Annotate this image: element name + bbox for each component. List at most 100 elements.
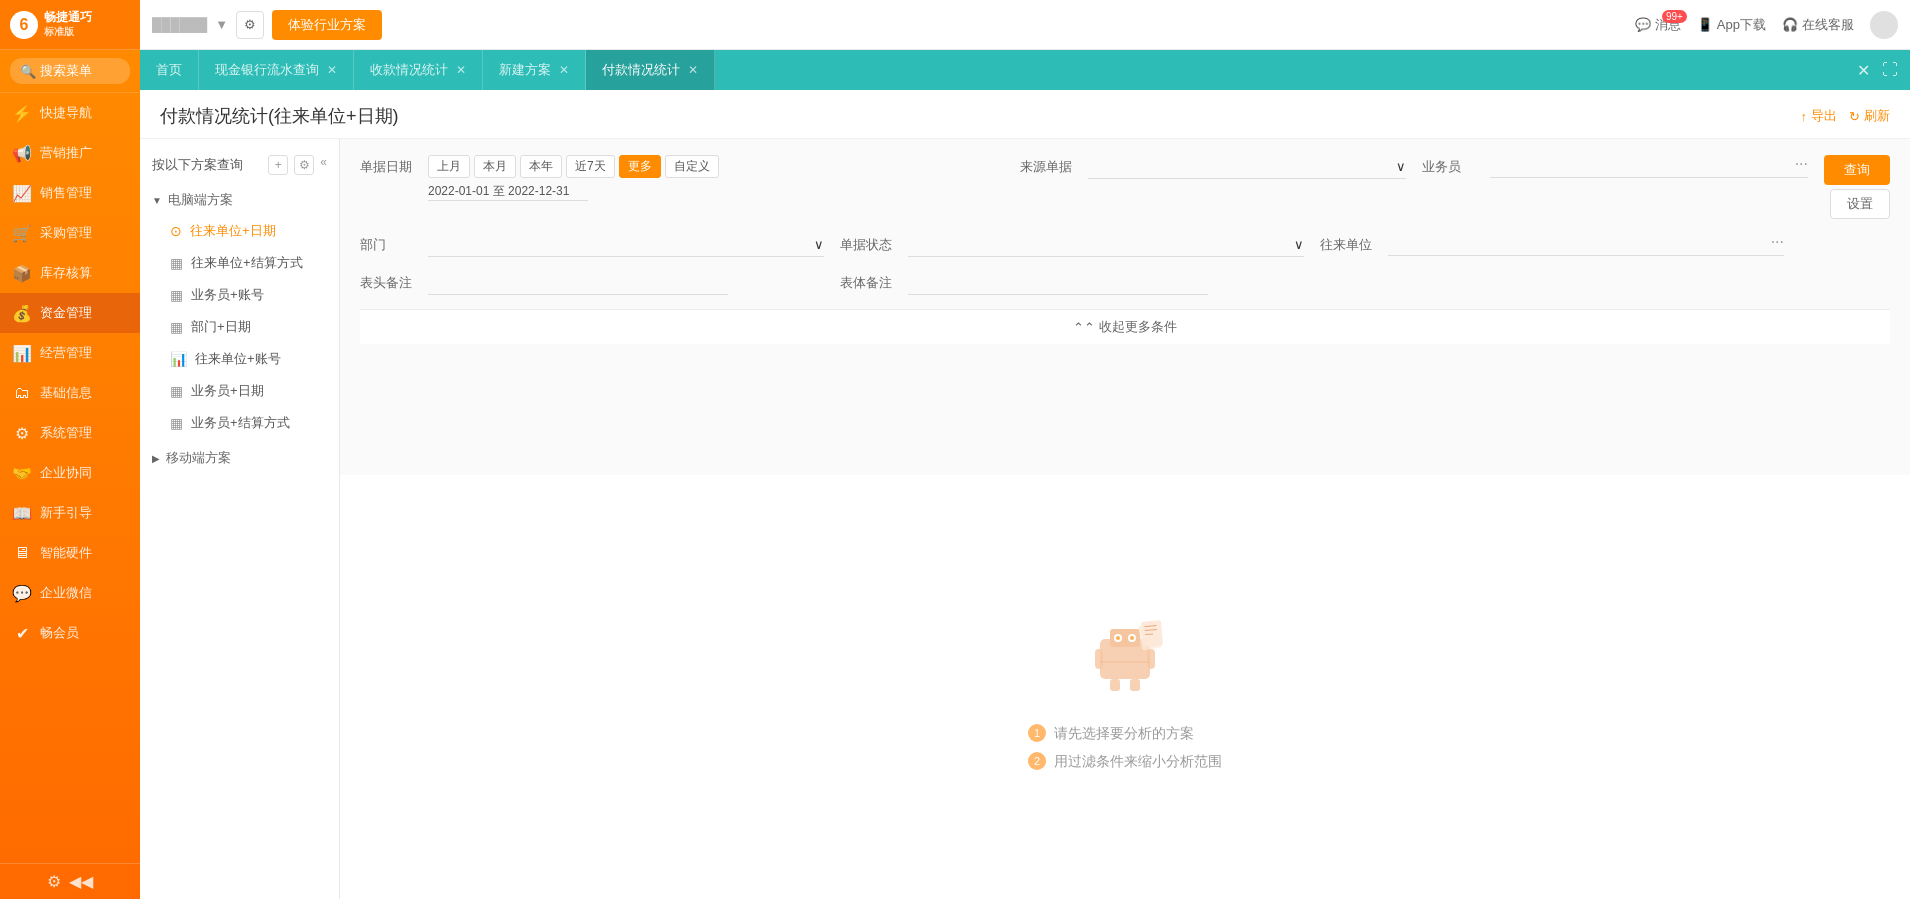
sidebar-settings-icon[interactable]: ⚙ [47, 872, 61, 891]
search-menu-btn[interactable]: 🔍 搜索菜单 [10, 58, 130, 84]
dept-dropdown-icon: ∨ [814, 237, 824, 252]
filter-staff-field: 业务员 ··· [1422, 155, 1808, 178]
member-icon: ✔ [12, 623, 32, 643]
sidebar-nav: ⚡ 快捷导航 📢 营销推广 📈 销售管理 🛒 采购管理 📦 库存核算 💰 资金管… [0, 93, 140, 863]
dept-date-icon: ▦ [170, 319, 183, 335]
scheme-group-desktop-header[interactable]: ▼ 电脑端方案 [140, 185, 339, 215]
svg-line-15 [1145, 634, 1153, 635]
dept-select[interactable]: ∨ [428, 233, 824, 257]
tab-close-payment-stats[interactable]: ✕ [688, 63, 698, 77]
user-avatar[interactable] [1870, 11, 1898, 39]
sidebar-item-wechat[interactable]: 💬 企业微信 [0, 573, 140, 613]
sidebar-item-system[interactable]: ⚙ 系统管理 [0, 413, 140, 453]
scheme-item-staff-settlement[interactable]: ▦ 业务员+结算方式 [140, 407, 339, 439]
export-btn[interactable]: ↑ 导出 [1801, 107, 1838, 125]
date-quick-btns: 上月 本月 本年 近7天 更多 自定义 [428, 155, 719, 178]
date-btn-custom[interactable]: 自定义 [665, 155, 719, 178]
sidebar-collapse-icon[interactable]: ◀◀ [69, 872, 93, 891]
svg-rect-8 [1110, 679, 1120, 691]
staff-account-icon: ▦ [170, 287, 183, 303]
sidebar-item-inventory[interactable]: 📦 库存核算 [0, 253, 140, 293]
collapse-panel-btn[interactable]: « [320, 155, 327, 175]
message-btn[interactable]: 💬 消息 99+ [1635, 16, 1681, 34]
staff-input-area: ··· [1490, 155, 1808, 178]
sidebar-item-hardware[interactable]: 🖥 智能硬件 [0, 533, 140, 573]
tab-bank-flow[interactable]: 现金银行流水查询 ✕ [199, 50, 354, 90]
sidebar-item-finance[interactable]: 💰 资金管理 [0, 293, 140, 333]
trial-industry-btn[interactable]: 体验行业方案 [272, 10, 382, 40]
sidebar-item-basic[interactable]: 🗂 基础信息 [0, 373, 140, 413]
filter-date-field: 单据日期 上月 本月 本年 近7天 更多 自定义 [360, 155, 1004, 201]
doc-status-select[interactable]: ∨ [908, 233, 1304, 257]
sidebar-item-purchase[interactable]: 🛒 采购管理 [0, 213, 140, 253]
scheme-item-dept-date[interactable]: ▦ 部门+日期 [140, 311, 339, 343]
tab-new-scheme[interactable]: 新建方案 ✕ [483, 50, 586, 90]
settings-scheme-btn[interactable]: ⚙ [294, 155, 314, 175]
tab-fullscreen-icon[interactable]: ⛶ [1882, 61, 1898, 79]
app-download-btn[interactable]: 📱 App下载 [1697, 16, 1766, 34]
sidebar-item-member[interactable]: ✔ 畅会员 [0, 613, 140, 653]
sidebar-item-guide[interactable]: 📖 新手引导 [0, 493, 140, 533]
tab-receipt-stats[interactable]: 收款情况统计 ✕ [354, 50, 483, 90]
topbar-settings-btn[interactable]: ⚙ [236, 11, 264, 39]
sidebar-item-sales[interactable]: 📈 销售管理 [0, 173, 140, 213]
filter-settings-btn[interactable]: 设置 [1830, 189, 1890, 219]
counterpart-date-icon: ⊙ [170, 223, 182, 239]
doc-status-dropdown-icon: ∨ [1294, 237, 1304, 252]
scheme-item-staff-account[interactable]: ▦ 业务员+账号 [140, 279, 339, 311]
tab-close-new-scheme[interactable]: ✕ [559, 63, 569, 77]
svg-point-5 [1130, 636, 1134, 640]
add-scheme-btn[interactable]: + [268, 155, 288, 175]
guide-icon: 📖 [12, 503, 32, 523]
empty-state: 1 请先选择要分析的方案 2 用过滤条件来缩小分析范围 [340, 475, 1910, 899]
sidebar-item-marketing[interactable]: 📢 营销推广 [0, 133, 140, 173]
staff-ellipsis-btn[interactable]: ··· [1795, 155, 1808, 173]
date-btn-more[interactable]: 更多 [619, 155, 661, 178]
tab-close-all-icon[interactable]: ✕ [1857, 61, 1870, 80]
scheme-item-staff-date[interactable]: ▦ 业务员+日期 [140, 375, 339, 407]
svg-rect-9 [1130, 679, 1140, 691]
date-btn-this-month[interactable]: 本月 [474, 155, 516, 178]
hardware-icon: 🖥 [12, 543, 32, 563]
date-btn-7days[interactable]: 近7天 [566, 155, 615, 178]
dropdown-arrow[interactable]: ▼ [215, 17, 228, 32]
marketing-icon: 📢 [12, 143, 32, 163]
staff-date-icon: ▦ [170, 383, 183, 399]
tab-close-receipt-stats[interactable]: ✕ [456, 63, 466, 77]
collapse-icon: ⌃⌃ [1073, 320, 1095, 335]
source-select[interactable]: ∨ [1088, 155, 1406, 179]
sidebar-bottom: ⚙ ◀◀ [0, 863, 140, 899]
date-row: 单据日期 上月 本月 本年 近7天 更多 自定义 [360, 155, 719, 178]
refresh-btn[interactable]: ↻ 刷新 [1849, 107, 1890, 125]
tabbar-right-actions: ✕ ⛶ [1845, 50, 1910, 90]
scheme-item-counterpart-account[interactable]: 📊 往来单位+账号 [140, 343, 339, 375]
date-btn-this-year[interactable]: 本年 [520, 155, 562, 178]
scheme-panel-header: 按以下方案查询 + ⚙ « [140, 149, 339, 181]
online-service-btn[interactable]: 🎧 在线客服 [1782, 16, 1854, 34]
scheme-item-counterpart-settlement[interactable]: ▦ 往来单位+结算方式 [140, 247, 339, 279]
sidebar-item-quick-nav[interactable]: ⚡ 快捷导航 [0, 93, 140, 133]
scheme-group-mobile-header[interactable]: ▶ 移动端方案 [140, 443, 339, 473]
message-icon: 💬 [1635, 17, 1651, 32]
company-name: ██████ [152, 17, 207, 32]
sidebar-item-operation[interactable]: 📊 经营管理 [0, 333, 140, 373]
header-note-input[interactable] [428, 271, 728, 295]
filter-doc-status-field: 单据状态 ∨ [840, 233, 1304, 257]
date-btn-last-month[interactable]: 上月 [428, 155, 470, 178]
counterpart-ellipsis-btn[interactable]: ··· [1771, 233, 1784, 251]
tab-home[interactable]: 首页 [140, 50, 199, 90]
body-note-input[interactable] [908, 271, 1208, 295]
system-icon: ⚙ [12, 423, 32, 443]
mobile-group-arrow: ▶ [152, 453, 160, 464]
tab-close-bank-flow[interactable]: ✕ [327, 63, 337, 77]
header-note-label: 表头备注 [360, 274, 420, 292]
collapse-more-btn[interactable]: ⌃⌃ 收起更多条件 [360, 309, 1890, 344]
sidebar-item-collab[interactable]: 🤝 企业协同 [0, 453, 140, 493]
body-area: 按以下方案查询 + ⚙ « ▼ 电脑端方案 ⊙ 往来单位+日期 ▦ [140, 139, 1910, 899]
tab-bar: 首页 现金银行流水查询 ✕ 收款情况统计 ✕ 新建方案 ✕ 付款情况统计 ✕ ✕… [140, 50, 1910, 90]
tab-payment-stats[interactable]: 付款情况统计 ✕ [586, 50, 715, 90]
counterpart-settlement-icon: ▦ [170, 255, 183, 271]
date-range-input[interactable] [428, 182, 588, 201]
scheme-item-counterpart-date[interactable]: ⊙ 往来单位+日期 [140, 215, 339, 247]
query-btn[interactable]: 查询 [1824, 155, 1890, 185]
